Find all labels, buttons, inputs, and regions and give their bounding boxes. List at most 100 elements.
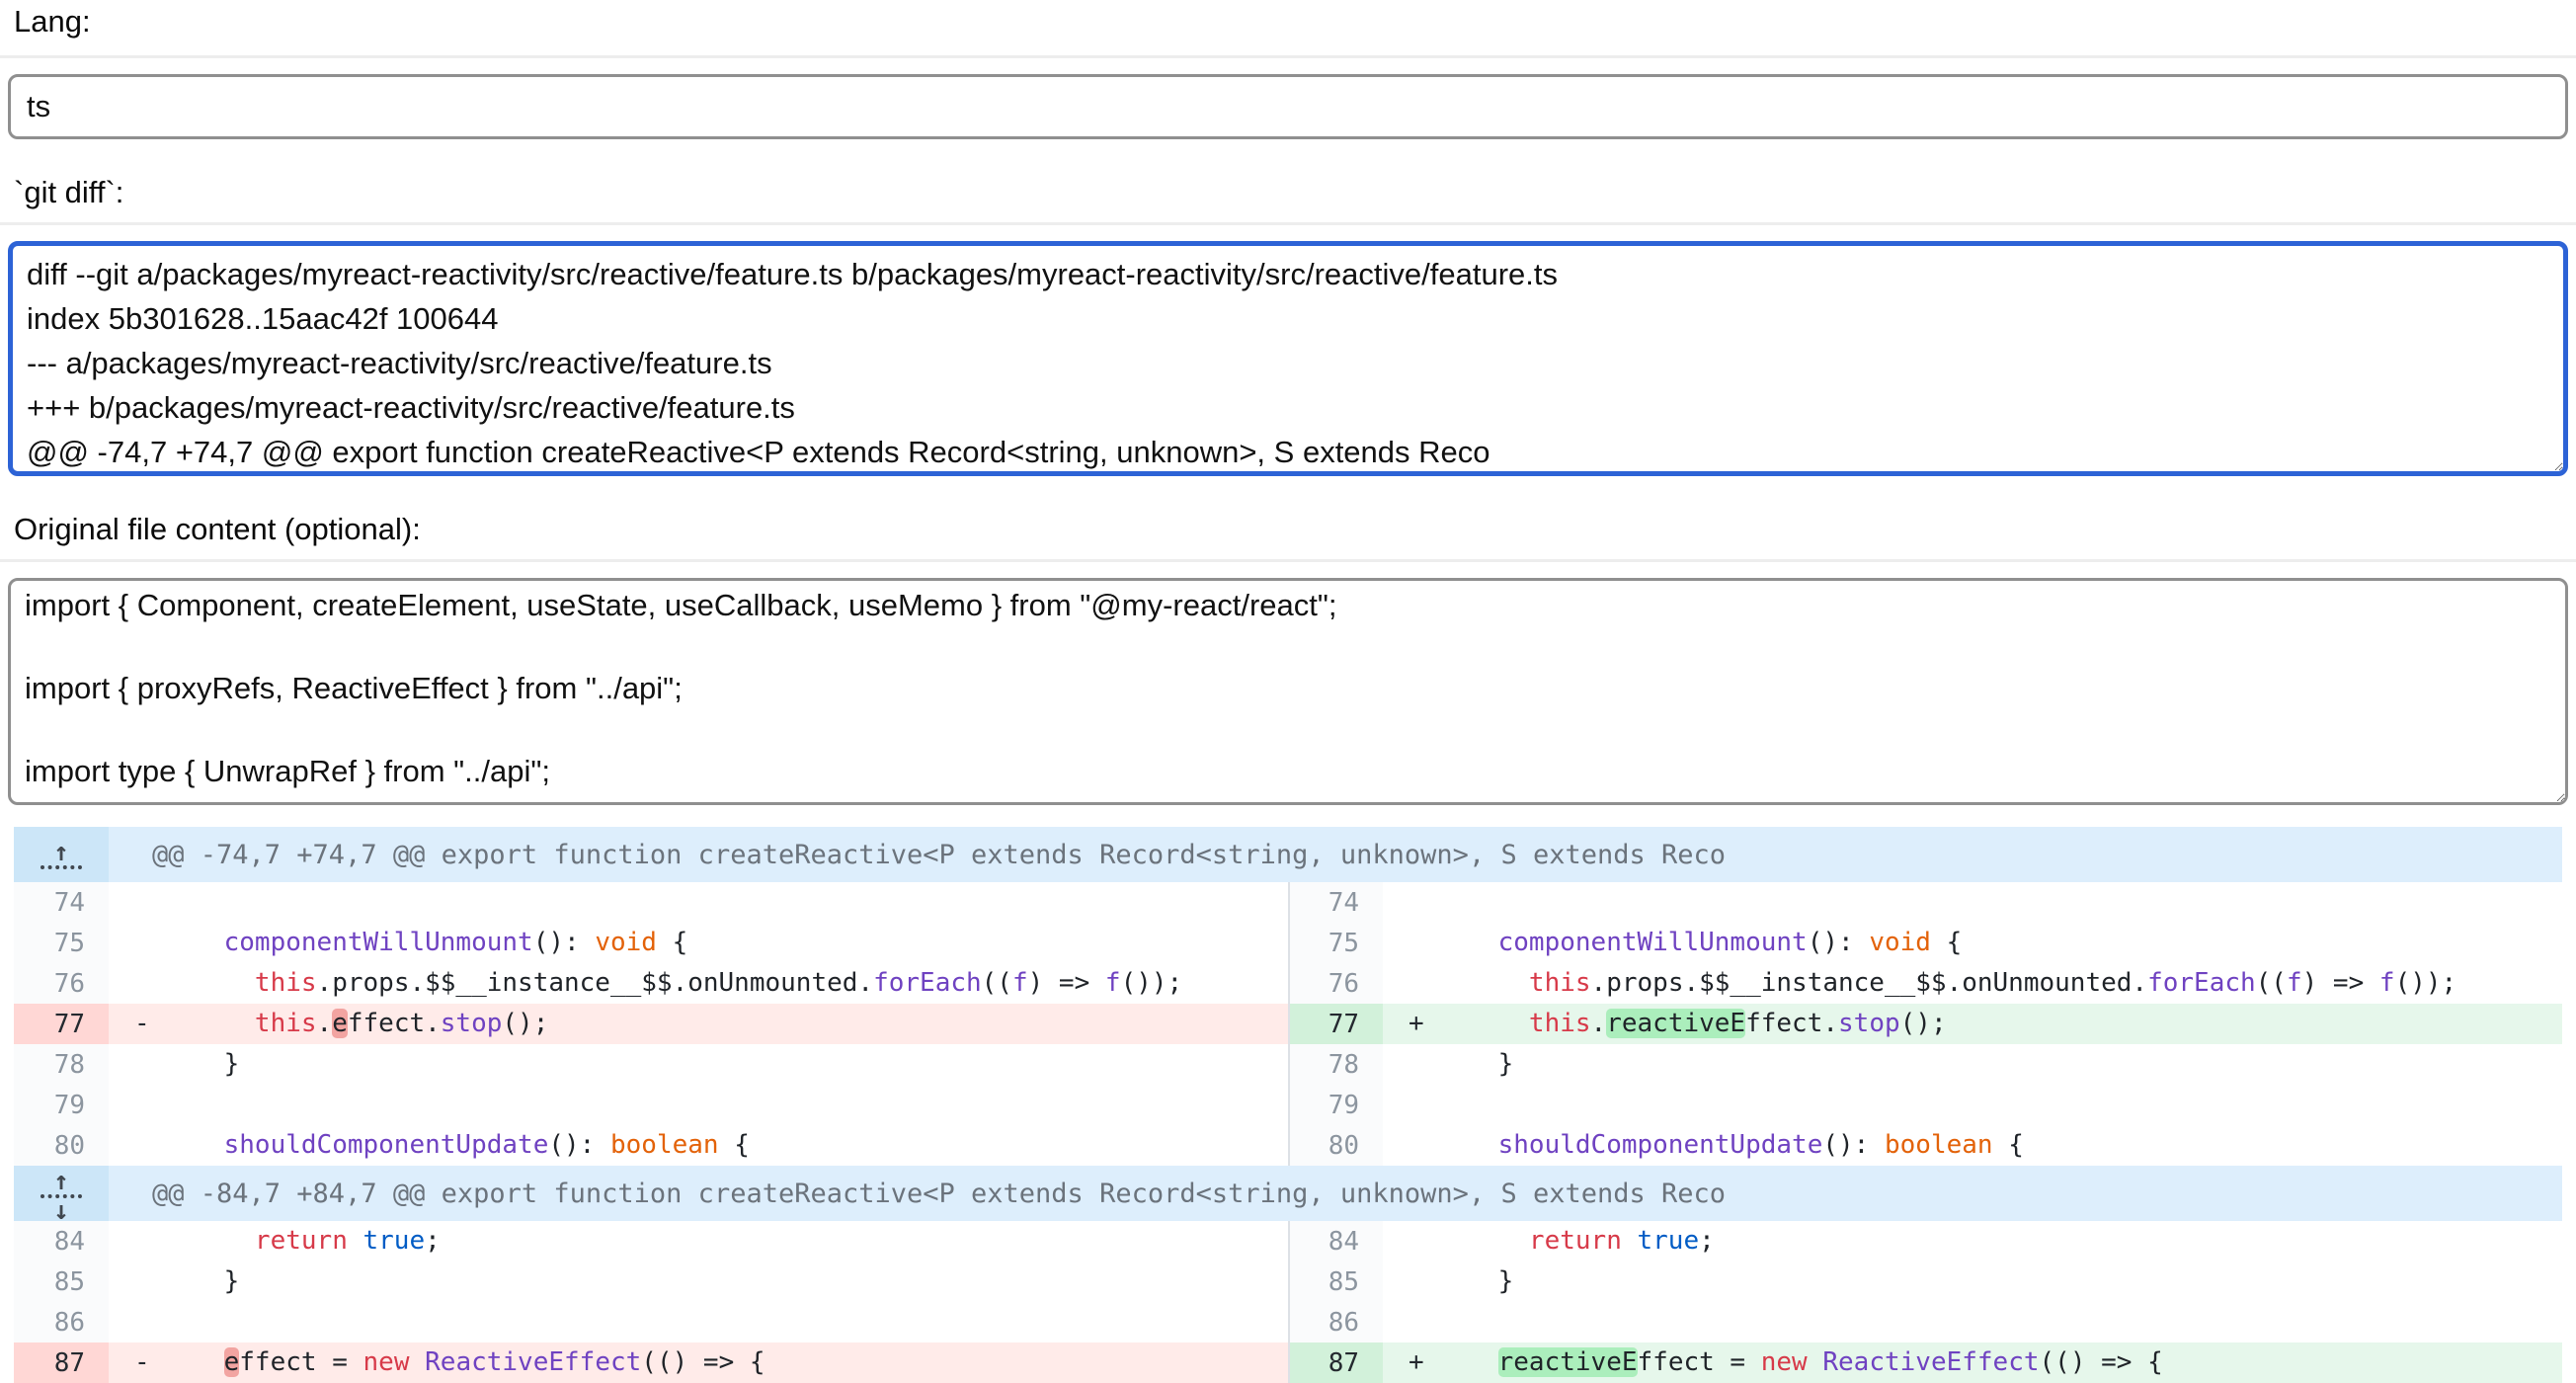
code-segment: new bbox=[1760, 1347, 1808, 1377]
code-segment: { bbox=[1992, 1130, 2024, 1160]
code-cell-new: shouldComponentUpdate(): boolean { bbox=[1383, 1125, 2563, 1166]
code-cell-old: } bbox=[109, 1044, 1288, 1085]
code-cell-new bbox=[1383, 882, 2563, 923]
code-segment: boolean bbox=[1884, 1130, 1993, 1160]
code-segment: ()); bbox=[2394, 968, 2457, 998]
line-number-old: 79 bbox=[14, 1085, 109, 1125]
code-segment: (( bbox=[2255, 968, 2287, 998]
line-number-new: 79 bbox=[1288, 1085, 1383, 1125]
code-segment: } bbox=[162, 1266, 240, 1296]
hunk-header-row: ↑ ↓ @@ -84,7 +84,7 @@ export function crea… bbox=[14, 1166, 2563, 1226]
code-segment: (): bbox=[548, 1130, 610, 1160]
code-segment: f bbox=[2378, 968, 2395, 998]
code-segment: shouldComponentUpdate bbox=[223, 1130, 549, 1160]
code-segment: ffect = bbox=[239, 1347, 363, 1377]
line-number-new: 80 bbox=[1288, 1125, 1383, 1166]
original-content-label: Original file content (optional): bbox=[14, 512, 421, 546]
diff-row: 78 } 78 } bbox=[14, 1044, 2563, 1085]
removed-marker: - bbox=[134, 1009, 150, 1038]
code-segment: boolean bbox=[609, 1130, 719, 1160]
code-segment: (( bbox=[981, 968, 1012, 998]
lang-label: Lang: bbox=[14, 4, 91, 39]
expand-hunk-button[interactable]: ↑ ↓ bbox=[14, 1166, 109, 1226]
diff-table: ↑ @@ -74,7 +74,7 @@ export function creat… bbox=[14, 827, 2563, 1383]
code-segment: componentWillUnmount bbox=[1497, 928, 1808, 957]
code-segment: (); bbox=[1899, 1009, 1947, 1038]
code-segment: (): bbox=[1807, 928, 1870, 957]
code-segment: ffect = bbox=[1637, 1347, 1761, 1377]
line-number-new: 84 bbox=[1288, 1221, 1383, 1261]
code-cell-old: - this.effect.stop(); bbox=[109, 1004, 1288, 1044]
code-segment: componentWillUnmount bbox=[223, 928, 533, 957]
code-cell-old: shouldComponentUpdate(): boolean { bbox=[109, 1125, 1288, 1166]
code-segment: (() => { bbox=[641, 1347, 765, 1377]
dashed-line bbox=[40, 864, 82, 869]
diff-viewer: ↑ @@ -74,7 +74,7 @@ export function creat… bbox=[14, 827, 2563, 1383]
code-segment: shouldComponentUpdate bbox=[1497, 1130, 1823, 1160]
code-segment: void bbox=[1869, 928, 1931, 957]
diff-row: 74 74 bbox=[14, 882, 2563, 923]
git-diff-label: `git diff`: bbox=[14, 175, 124, 209]
arrow-down-glyph: ↓ bbox=[53, 1195, 69, 1226]
changed-word: e bbox=[332, 1009, 348, 1038]
code-segment: ()); bbox=[1120, 968, 1183, 998]
code-segment: ReactiveEffect bbox=[425, 1347, 642, 1377]
code-segment: { bbox=[718, 1130, 750, 1160]
changed-word: reactiveE bbox=[1497, 1347, 1638, 1377]
diff-row: 80 shouldComponentUpdate(): boolean {80 … bbox=[14, 1125, 2563, 1166]
code-segment: .props.$$__instance__$$.onUnmounted. bbox=[1590, 968, 2148, 998]
diff-row: 86 86 bbox=[14, 1302, 2563, 1342]
diff-row: 84 return true; 84 return true; bbox=[14, 1221, 2563, 1261]
diff-row: 76 this.props.$$__instance__$$.onUnmount… bbox=[14, 963, 2563, 1004]
code-segment: f bbox=[2286, 968, 2302, 998]
lang-input[interactable] bbox=[8, 74, 2568, 139]
code-segment: (() => { bbox=[2039, 1347, 2163, 1377]
code-segment: f bbox=[1011, 968, 1028, 998]
line-number-new: 76 bbox=[1288, 963, 1383, 1004]
code-segment: .props.$$__instance__$$.onUnmounted. bbox=[316, 968, 874, 998]
code-segment: new bbox=[362, 1347, 410, 1377]
line-number-old: 87 bbox=[14, 1342, 109, 1383]
code-segment: return bbox=[254, 1226, 348, 1256]
hunk-header-text: @@ -84,7 +84,7 @@ export function create… bbox=[109, 1166, 2563, 1221]
code-cell-new: } bbox=[1383, 1261, 2563, 1302]
added-marker: + bbox=[1409, 1347, 1424, 1377]
diff-row: 77- this.effect.stop(); 77 + this.reactive… bbox=[14, 1004, 2563, 1044]
line-number-old: 86 bbox=[14, 1302, 109, 1342]
hunk-header-row: ↑ @@ -74,7 +74,7 @@ export function creat… bbox=[14, 827, 2563, 882]
line-number-old: 77 bbox=[14, 1004, 109, 1044]
code-cell-new bbox=[1383, 1085, 2563, 1125]
code-segment: ffect. bbox=[1745, 1009, 1839, 1038]
line-number-new: 77 bbox=[1288, 1004, 1383, 1044]
code-segment: . bbox=[316, 1009, 333, 1038]
line-number-old: 85 bbox=[14, 1261, 109, 1302]
code-cell-new: componentWillUnmount(): void { bbox=[1383, 923, 2563, 963]
code-segment: true bbox=[362, 1226, 426, 1256]
diff-row: 75 componentWillUnmount(): void {75 comp… bbox=[14, 923, 2563, 963]
line-number-new: 75 bbox=[1288, 923, 1383, 963]
code-segment: (): bbox=[1822, 1130, 1885, 1160]
code-segment: f bbox=[1104, 968, 1121, 998]
added-marker: + bbox=[1409, 1009, 1424, 1038]
line-number-new: 85 bbox=[1288, 1261, 1383, 1302]
code-segment: (); bbox=[502, 1009, 549, 1038]
code-segment: } bbox=[1436, 1049, 1514, 1079]
code-segment: stop bbox=[1838, 1009, 1900, 1038]
code-segment: ffect. bbox=[347, 1009, 441, 1038]
expand-up-icon: ↑ bbox=[40, 840, 82, 872]
git-diff-textarea[interactable]: diff --git a/packages/myreact-reactivity… bbox=[8, 241, 2568, 476]
original-content-textarea[interactable]: import { Component, createElement, useSt… bbox=[8, 578, 2568, 805]
code-cell-old: } bbox=[109, 1261, 1288, 1302]
code-cell-new: + this.reactiveEffect.stop(); bbox=[1383, 1004, 2563, 1044]
expand-hunk-button[interactable]: ↑ bbox=[14, 827, 109, 882]
code-segment: } bbox=[1436, 1266, 1514, 1296]
divider bbox=[0, 55, 2576, 58]
code-segment: return bbox=[1528, 1226, 1622, 1256]
